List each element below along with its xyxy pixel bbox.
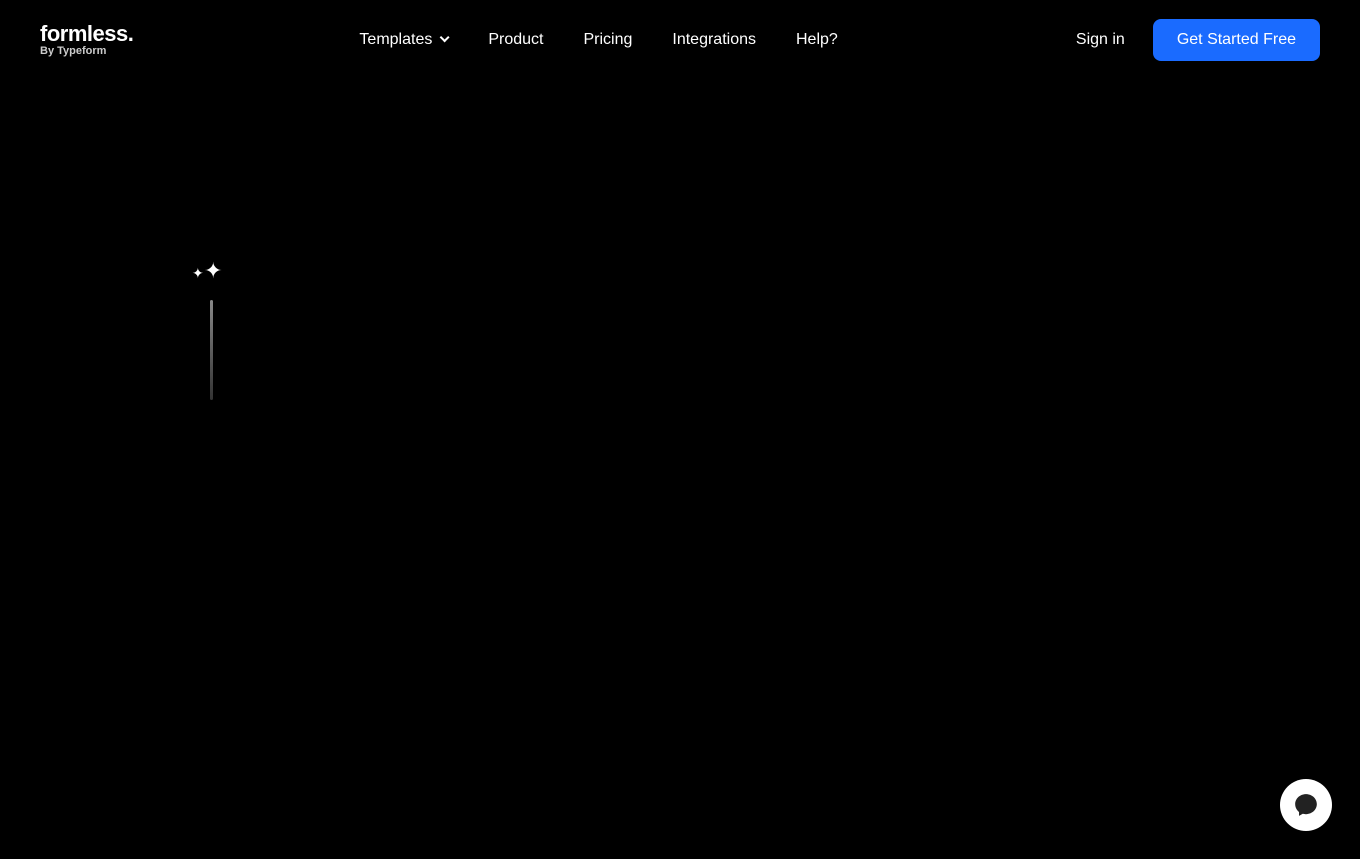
logo-byline: By Typeform bbox=[40, 46, 133, 57]
wand-decoration: ✦ ✦ bbox=[190, 260, 230, 400]
logo-wordmark: formless. bbox=[40, 23, 133, 45]
nav-label-product: Product bbox=[488, 31, 543, 49]
chat-icon bbox=[1293, 792, 1319, 818]
wand-line bbox=[210, 300, 213, 400]
nav-item-templates[interactable]: Templates bbox=[343, 23, 464, 57]
nav-item-pricing[interactable]: Pricing bbox=[567, 23, 648, 57]
sparkle-large-icon: ✦ bbox=[204, 260, 222, 282]
main-content: ✦ ✦ bbox=[0, 80, 1360, 859]
sparkle-group: ✦ ✦ bbox=[190, 260, 230, 300]
nav-links: Templates Product Pricing Integrations H… bbox=[343, 23, 853, 57]
nav-label-help: Help? bbox=[796, 31, 838, 49]
nav-right: Sign in Get Started Free bbox=[1064, 19, 1320, 61]
chevron-down-icon bbox=[436, 34, 448, 46]
navbar: formless. By Typeform Templates Product … bbox=[0, 0, 1360, 80]
chat-widget[interactable] bbox=[1280, 779, 1332, 831]
logo[interactable]: formless. By Typeform bbox=[40, 23, 133, 57]
nav-label-templates: Templates bbox=[359, 31, 432, 49]
nav-item-product[interactable]: Product bbox=[472, 23, 559, 57]
logo-brand: Typeform bbox=[57, 45, 106, 57]
nav-item-integrations[interactable]: Integrations bbox=[656, 23, 772, 57]
nav-item-help[interactable]: Help? bbox=[780, 23, 854, 57]
nav-label-pricing: Pricing bbox=[583, 31, 632, 49]
sparkle-small-icon: ✦ bbox=[192, 266, 204, 280]
signin-button[interactable]: Sign in bbox=[1064, 23, 1137, 57]
nav-label-integrations: Integrations bbox=[672, 31, 756, 49]
get-started-button[interactable]: Get Started Free bbox=[1153, 19, 1320, 61]
